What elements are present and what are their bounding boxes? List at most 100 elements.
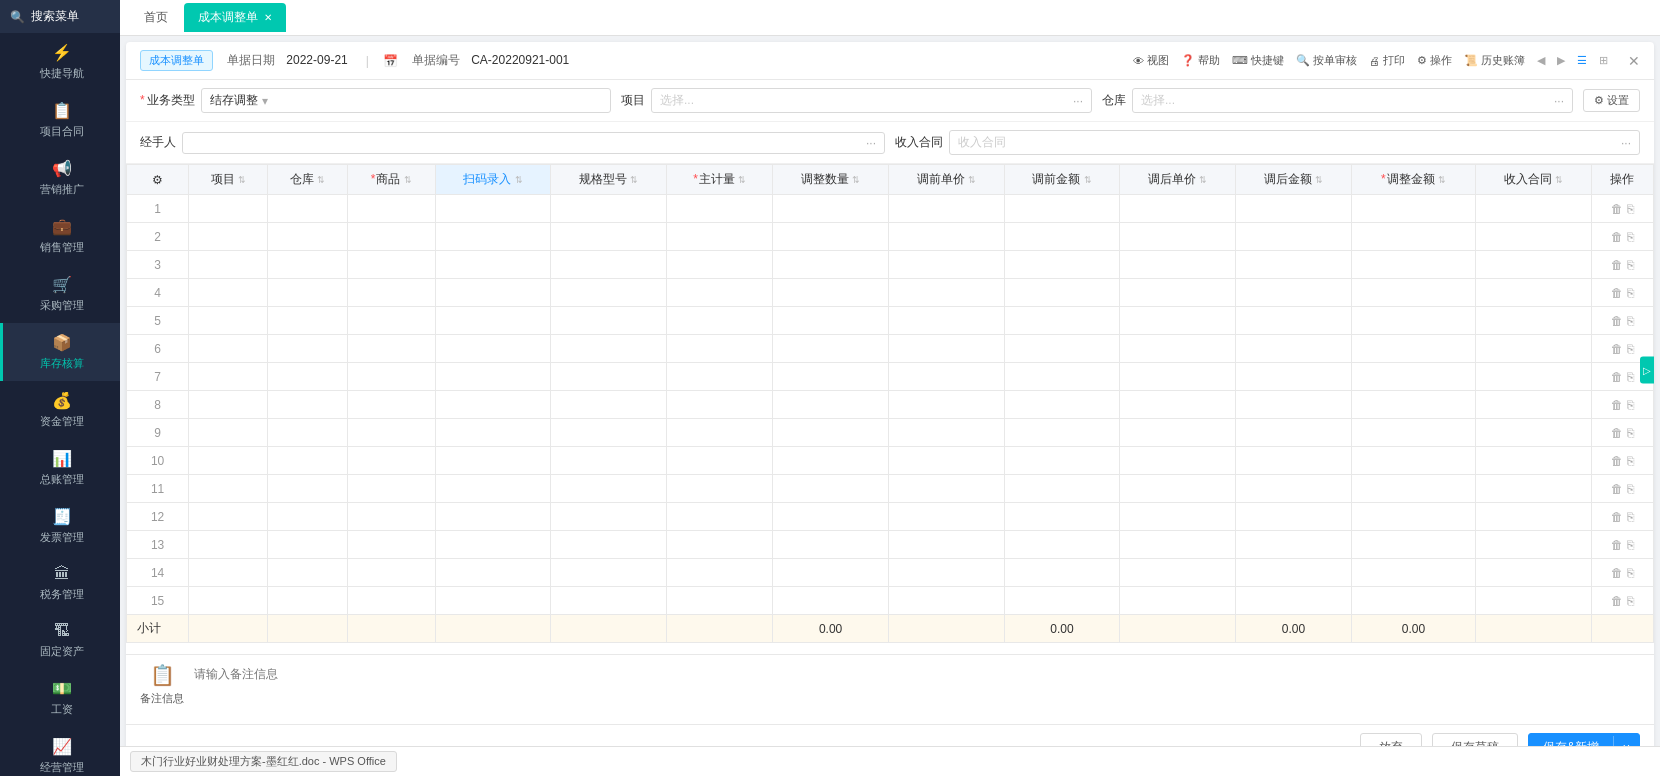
delete-icon[interactable]: 🗑 [1611, 398, 1623, 412]
search-icon: 🔍 [10, 10, 25, 24]
copy-icon[interactable]: ⎘ [1627, 510, 1634, 524]
delete-icon[interactable]: 🗑 [1611, 258, 1623, 272]
view-grid-icon[interactable]: ⊞ [1599, 54, 1608, 67]
cell-after_price [1120, 559, 1236, 587]
copy-icon[interactable]: ⎘ [1627, 538, 1634, 552]
tab-home[interactable]: 首页 [130, 3, 182, 32]
copy-icon[interactable]: ⎘ [1627, 454, 1634, 468]
sort-icon-adj_amount: ⇅ [1438, 175, 1446, 185]
cell-product [347, 279, 435, 307]
sidebar-item-payroll[interactable]: 💵工资 [0, 669, 120, 727]
cell-scan [435, 335, 551, 363]
row-actions: 🗑⎘ [1598, 230, 1647, 244]
delete-icon[interactable]: 🗑 [1611, 566, 1623, 580]
tab-close-cost-adjust[interactable]: ✕ [264, 12, 272, 23]
settings-button[interactable]: ⚙ 设置 [1583, 89, 1640, 112]
cell-prev_amount [1004, 391, 1120, 419]
sidebar-item-assets[interactable]: 🏗固定资产 [0, 612, 120, 669]
right-edge-indicator[interactable]: ▷ [1640, 356, 1654, 383]
sidebar-item-ledger[interactable]: 📊总账管理 [0, 439, 120, 497]
biz-type-input[interactable]: 结存调整 ▾ [201, 88, 611, 113]
cell-after_amount [1236, 503, 1352, 531]
copy-icon[interactable]: ⎘ [1627, 286, 1634, 300]
cell-prev_amount [1004, 251, 1120, 279]
cell-adj_qty [773, 363, 889, 391]
income-contract-input[interactable]: 收入合同 ··· [949, 130, 1640, 155]
nav-next-icon[interactable]: ▶ [1557, 54, 1565, 67]
cell-warehouse [268, 195, 347, 223]
sort-icon-adj_qty: ⇅ [852, 175, 860, 185]
delete-icon[interactable]: 🗑 [1611, 510, 1623, 524]
sidebar-item-invoice[interactable]: 🧾发票管理 [0, 497, 120, 555]
action-view[interactable]: 👁 视图 [1133, 53, 1169, 68]
warehouse-input[interactable]: 选择... ··· [1132, 88, 1573, 113]
copy-icon[interactable]: ⎘ [1627, 314, 1634, 328]
sidebar-item-quick-nav[interactable]: ⚡快捷导航 [0, 33, 120, 91]
sidebar-item-inventory[interactable]: 📦库存核算 [0, 323, 120, 381]
sidebar-label-finance: 资金管理 [40, 414, 84, 429]
sidebar-icon-ops: 📈 [52, 737, 72, 756]
delete-icon[interactable]: 🗑 [1611, 202, 1623, 216]
view-list-icon[interactable]: ☰ [1577, 54, 1587, 67]
cell-warehouse [268, 363, 347, 391]
copy-icon[interactable]: ⎘ [1627, 370, 1634, 384]
action-operations[interactable]: ⚙ 操作 [1417, 53, 1452, 68]
sidebar-item-finance[interactable]: 💰资金管理 [0, 381, 120, 439]
delete-icon[interactable]: 🗑 [1611, 342, 1623, 356]
sidebar-item-project-contract[interactable]: 📋项目合同 [0, 91, 120, 149]
cell-adj_amount [1351, 531, 1475, 559]
warehouse-more-icon[interactable]: ··· [1554, 94, 1564, 108]
project-input[interactable]: 选择... ··· [651, 88, 1092, 113]
copy-icon[interactable]: ⎘ [1627, 342, 1634, 356]
income-contract-more-icon[interactable]: ··· [1621, 136, 1631, 150]
delete-icon[interactable]: 🗑 [1611, 594, 1623, 608]
notes-input[interactable] [194, 663, 1640, 685]
action-history[interactable]: 📜 历史账簿 [1464, 53, 1525, 68]
copy-icon[interactable]: ⎘ [1627, 594, 1634, 608]
delete-icon[interactable]: 🗑 [1611, 538, 1623, 552]
action-help[interactable]: ❓ 帮助 [1181, 53, 1220, 68]
table-container: ⚙项目 ⇅仓库 ⇅*商品 ⇅扫码录入 ⇅规格型号 ⇅*主计量 ⇅调整数量 ⇅调前… [126, 164, 1654, 654]
doc-calendar-icon[interactable]: 📅 [383, 54, 398, 68]
handler-input[interactable]: ··· [182, 132, 885, 154]
action-shortcut[interactable]: ⌨ 快捷键 [1232, 53, 1284, 68]
cell-product [347, 335, 435, 363]
sidebar-item-marketing[interactable]: 📢营销推广 [0, 149, 120, 207]
nav-prev-icon[interactable]: ◀ [1537, 54, 1545, 67]
copy-icon[interactable]: ⎘ [1627, 426, 1634, 440]
close-button[interactable]: ✕ [1628, 53, 1640, 69]
data-table: ⚙项目 ⇅仓库 ⇅*商品 ⇅扫码录入 ⇅规格型号 ⇅*主计量 ⇅调整数量 ⇅调前… [126, 164, 1654, 643]
copy-icon[interactable]: ⎘ [1627, 230, 1634, 244]
col-header-product: *商品 ⇅ [347, 165, 435, 195]
sidebar-item-ops[interactable]: 📈经营管理 [0, 727, 120, 776]
copy-icon[interactable]: ⎘ [1627, 482, 1634, 496]
sidebar-item-tax[interactable]: 🏛税务管理 [0, 555, 120, 612]
copy-icon[interactable]: ⎘ [1627, 566, 1634, 580]
copy-icon[interactable]: ⎘ [1627, 202, 1634, 216]
copy-icon[interactable]: ⎘ [1627, 398, 1634, 412]
copy-icon[interactable]: ⎘ [1627, 258, 1634, 272]
sidebar-icon-assets: 🏗 [54, 622, 70, 640]
delete-icon[interactable]: 🗑 [1611, 286, 1623, 300]
project-more-icon[interactable]: ··· [1073, 94, 1083, 108]
sidebar-label-invoice: 发票管理 [40, 530, 84, 545]
sidebar-item-purchase[interactable]: 🛒采购管理 [0, 265, 120, 323]
delete-icon[interactable]: 🗑 [1611, 370, 1623, 384]
taskbar-item[interactable]: 木门行业好业财处理方案-墨红红.doc - WPS Office [130, 751, 397, 772]
sidebar-item-sales[interactable]: 💼销售管理 [0, 207, 120, 265]
sort-icon-warehouse: ⇅ [317, 175, 325, 185]
delete-icon[interactable]: 🗑 [1611, 482, 1623, 496]
action-review[interactable]: 🔍 按单审核 [1296, 53, 1357, 68]
action-print[interactable]: 🖨 打印 [1369, 53, 1405, 68]
delete-icon[interactable]: 🗑 [1611, 454, 1623, 468]
delete-icon[interactable]: 🗑 [1611, 426, 1623, 440]
cell-income_contract [1476, 307, 1592, 335]
cell-adj_amount [1351, 447, 1475, 475]
sidebar-icon-tax: 🏛 [54, 565, 70, 583]
handler-more-icon[interactable]: ··· [866, 136, 876, 150]
table-settings-icon[interactable]: ⚙ [152, 173, 163, 187]
sidebar-search[interactable]: 🔍 搜索菜单 [0, 0, 120, 33]
tab-cost-adjust[interactable]: 成本调整单✕ [184, 3, 286, 32]
delete-icon[interactable]: 🗑 [1611, 314, 1623, 328]
delete-icon[interactable]: 🗑 [1611, 230, 1623, 244]
